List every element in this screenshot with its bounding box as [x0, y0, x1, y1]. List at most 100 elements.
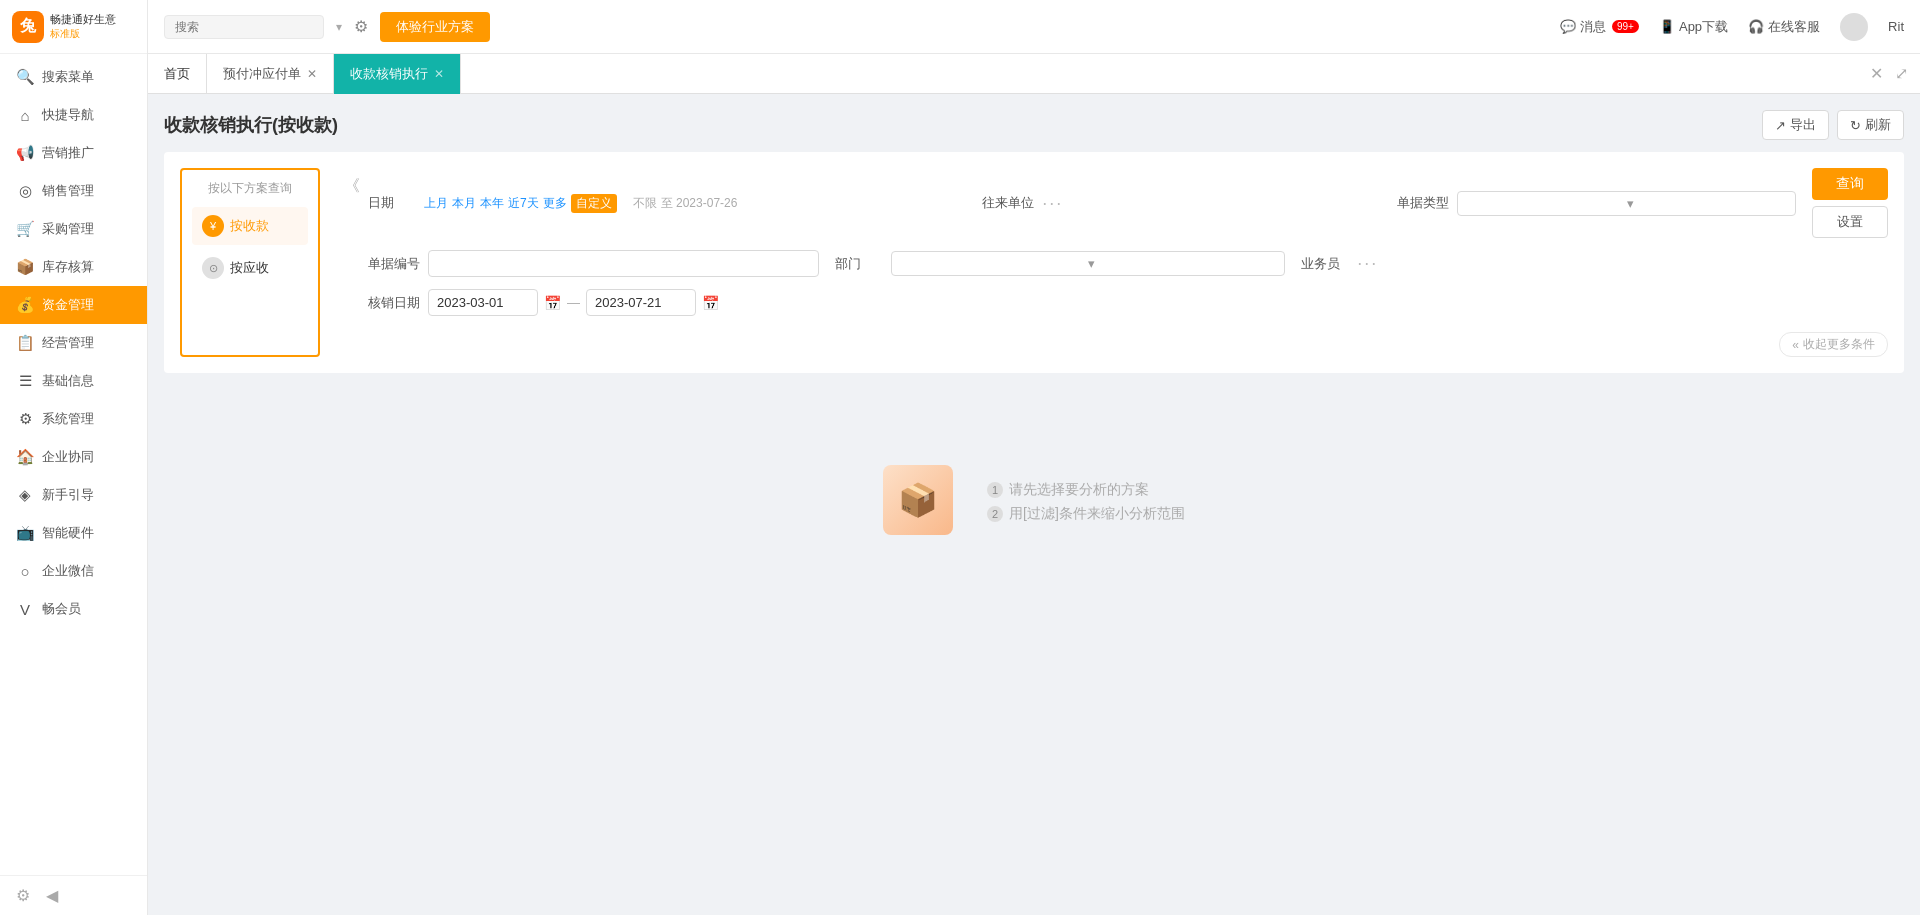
panel-collapse-btn[interactable]: 《	[336, 176, 368, 197]
nav-label-5: 库存核算	[42, 258, 94, 276]
app-download-item[interactable]: 📱 App下载	[1659, 18, 1728, 36]
sidebar-item-3[interactable]: ◎销售管理	[0, 172, 147, 210]
date-label: 日期	[368, 194, 416, 212]
sidebar-item-7[interactable]: 📋经营管理	[0, 324, 147, 362]
sidebar-item-13[interactable]: ○企业微信	[0, 552, 147, 590]
avatar	[1840, 13, 1868, 41]
dept-select[interactable]: ▾	[891, 251, 1286, 276]
expand-icon[interactable]: ⤢	[1891, 60, 1912, 87]
date-custom-tag[interactable]: 自定义	[571, 194, 617, 213]
download-icon: 📱	[1659, 19, 1675, 34]
verify-date-range: 📅 — 📅	[428, 289, 719, 316]
date-this-year[interactable]: 本年	[480, 195, 504, 212]
date-last-month[interactable]: 上月	[424, 195, 448, 212]
sidebar-item-14[interactable]: V畅会员	[0, 590, 147, 628]
filter-collapse-row: « 收起更多条件	[368, 332, 1888, 357]
filter-row-3: 核销日期 📅 — 📅	[368, 289, 1888, 316]
verify-date-end-input[interactable]	[586, 289, 696, 316]
sidebar-item-5[interactable]: 📦 库存核算	[0, 248, 147, 286]
query-button[interactable]: 查询	[1812, 168, 1888, 200]
service-icon: 🎧	[1748, 19, 1764, 34]
sidebar-bottom: ⚙ ◀	[0, 875, 147, 915]
tab-close-2[interactable]: ✕	[434, 67, 444, 81]
search-input[interactable]	[164, 15, 324, 39]
message-item[interactable]: 💬 消息 99+	[1560, 18, 1639, 36]
doc-type-label: 单据类型	[1397, 194, 1449, 212]
sidebar-item-2[interactable]: 📢营销推广	[0, 134, 147, 172]
tab-1[interactable]: 预付冲应付单 ✕	[207, 54, 334, 94]
query-type-by-receipt[interactable]: ¥ 按收款	[192, 207, 308, 245]
calendar-start-icon[interactable]: 📅	[544, 295, 561, 311]
verify-date-label: 核销日期	[368, 294, 420, 312]
main-area: ▾ ⚙ 体验行业方案 💬 消息 99+ 📱 App下载 🎧 在线客服 Rit 首…	[148, 0, 1920, 915]
nav-icon-6: 💰	[16, 296, 34, 314]
page-actions: ↗ 导出 ↻ 刷新	[1762, 110, 1904, 140]
online-service-item[interactable]: 🎧 在线客服	[1748, 18, 1820, 36]
logo-sub: 标准版	[50, 27, 116, 41]
topbar-right: 💬 消息 99+ 📱 App下载 🎧 在线客服 Rit	[1560, 13, 1904, 41]
settings-icon[interactable]: ⚙	[16, 886, 30, 905]
sidebar-item-12[interactable]: 📺 智能硬件	[0, 514, 147, 552]
sidebar-item-6[interactable]: 💰资金管理	[0, 286, 147, 324]
date-7days[interactable]: 近7天	[508, 195, 539, 212]
sidebar-item-11[interactable]: ◈新手引导	[0, 476, 147, 514]
tab-0[interactable]: 首页	[148, 54, 207, 94]
nav-icon-5: 📦	[16, 258, 34, 276]
party-input-dots[interactable]: ···	[1042, 193, 1063, 214]
sidebar-item-10[interactable]: 🏠企业协同	[0, 438, 147, 476]
calendar-end-icon[interactable]: 📅	[702, 295, 719, 311]
nav-icon-8: ☰	[16, 372, 34, 390]
message-icon: 💬	[1560, 19, 1576, 34]
receipt-icon: ¥	[202, 215, 224, 237]
setting-button[interactable]: 设置	[1812, 206, 1888, 238]
dept-filter: 部门 ▾	[835, 251, 1286, 276]
staff-input-dots[interactable]: ···	[1357, 253, 1378, 274]
sidebar-item-4[interactable]: 🛒采购管理	[0, 210, 147, 248]
date-more[interactable]: 更多	[543, 195, 567, 212]
topbar: ▾ ⚙ 体验行业方案 💬 消息 99+ 📱 App下载 🎧 在线客服 Rit	[148, 0, 1920, 54]
date-no-limit: 不限	[633, 195, 657, 212]
collapse-more-button[interactable]: « 收起更多条件	[1779, 332, 1888, 357]
doc-no-label: 单据编号	[368, 255, 420, 273]
close-window-icon[interactable]: ✕	[1866, 60, 1887, 87]
date-this-month[interactable]: 本月	[452, 195, 476, 212]
nav-label-1: 快捷导航	[42, 106, 94, 124]
nav-label-12: 智能硬件	[42, 524, 94, 542]
doc-type-chevron: ▾	[1627, 196, 1787, 211]
nav-label-0: 搜索菜单	[42, 68, 94, 86]
doc-no-filter: 单据编号	[368, 250, 819, 277]
export-button[interactable]: ↗ 导出	[1762, 110, 1829, 140]
solution-button[interactable]: 体验行业方案	[380, 12, 490, 42]
sidebar-item-0[interactable]: 🔍搜索菜单	[0, 58, 147, 96]
nav-icon-12: 📺	[16, 524, 34, 542]
tab-label-2: 收款核销执行	[350, 65, 428, 83]
gear-icon[interactable]: ⚙	[354, 17, 368, 36]
party-label: 往来单位	[982, 194, 1034, 212]
sidebar-nav: 🔍搜索菜单⌂快捷导航📢营销推广◎销售管理🛒采购管理 📦 库存核算 💰资金管理📋经营管理…	[0, 54, 147, 875]
collapse-sidebar-icon[interactable]: ◀	[46, 886, 58, 905]
chevron-down-icon[interactable]: ▾	[336, 20, 342, 34]
empty-state: 📦 1 请先选择要分析的方案 2 用[过滤]条件来缩小分析范围	[164, 385, 1904, 625]
filter-actions: 查询 设置	[1812, 168, 1888, 238]
date-separator: —	[567, 295, 580, 310]
tab-label-1: 预付冲应付单	[223, 65, 301, 83]
tab-close-1[interactable]: ✕	[307, 67, 317, 81]
nav-icon-11: ◈	[16, 486, 34, 504]
doc-no-input[interactable]	[428, 250, 819, 277]
refresh-button[interactable]: ↻ 刷新	[1837, 110, 1904, 140]
username: Rit	[1888, 19, 1904, 34]
party-filter: 往来单位 ···	[982, 193, 1381, 214]
nav-label-14: 畅会员	[42, 600, 81, 618]
nav-label-10: 企业协同	[42, 448, 94, 466]
filter-fields: 日期 上月 本月 本年 近7天 更多 自定义 不限 至 2023-07-26	[368, 168, 1888, 357]
doc-type-select[interactable]: ▾	[1457, 191, 1796, 216]
sidebar-item-9[interactable]: ⚙系统管理	[0, 400, 147, 438]
verify-date-start-input[interactable]	[428, 289, 538, 316]
tab-2[interactable]: 收款核销执行 ✕	[334, 54, 461, 94]
tabs-actions: ✕ ⤢	[1866, 60, 1920, 87]
query-type-by-receivable[interactable]: ⊙ 按应收	[192, 249, 308, 287]
message-badge: 99+	[1612, 20, 1639, 33]
sidebar-item-1[interactable]: ⌂快捷导航	[0, 96, 147, 134]
date-to-text: 至 2023-07-26	[661, 195, 738, 212]
sidebar-item-8[interactable]: ☰基础信息	[0, 362, 147, 400]
